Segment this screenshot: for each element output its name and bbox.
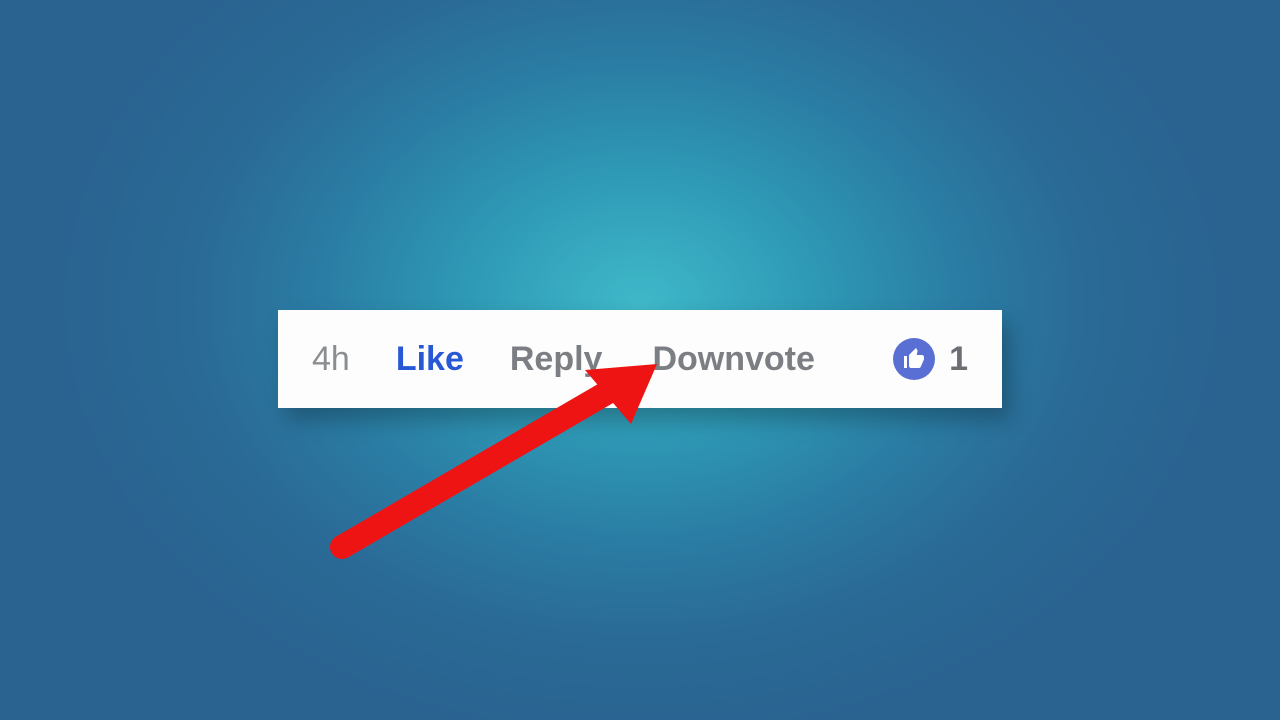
- reply-button[interactable]: Reply: [510, 340, 603, 379]
- reaction-count: 1: [949, 340, 968, 379]
- like-icon: [893, 338, 935, 380]
- comment-timestamp: 4h: [312, 340, 350, 379]
- downvote-button[interactable]: Downvote: [652, 340, 814, 379]
- like-button[interactable]: Like: [396, 340, 464, 379]
- comment-action-bar: 4h Like Reply Downvote 1: [278, 310, 1002, 408]
- reaction-summary[interactable]: 1: [893, 338, 968, 380]
